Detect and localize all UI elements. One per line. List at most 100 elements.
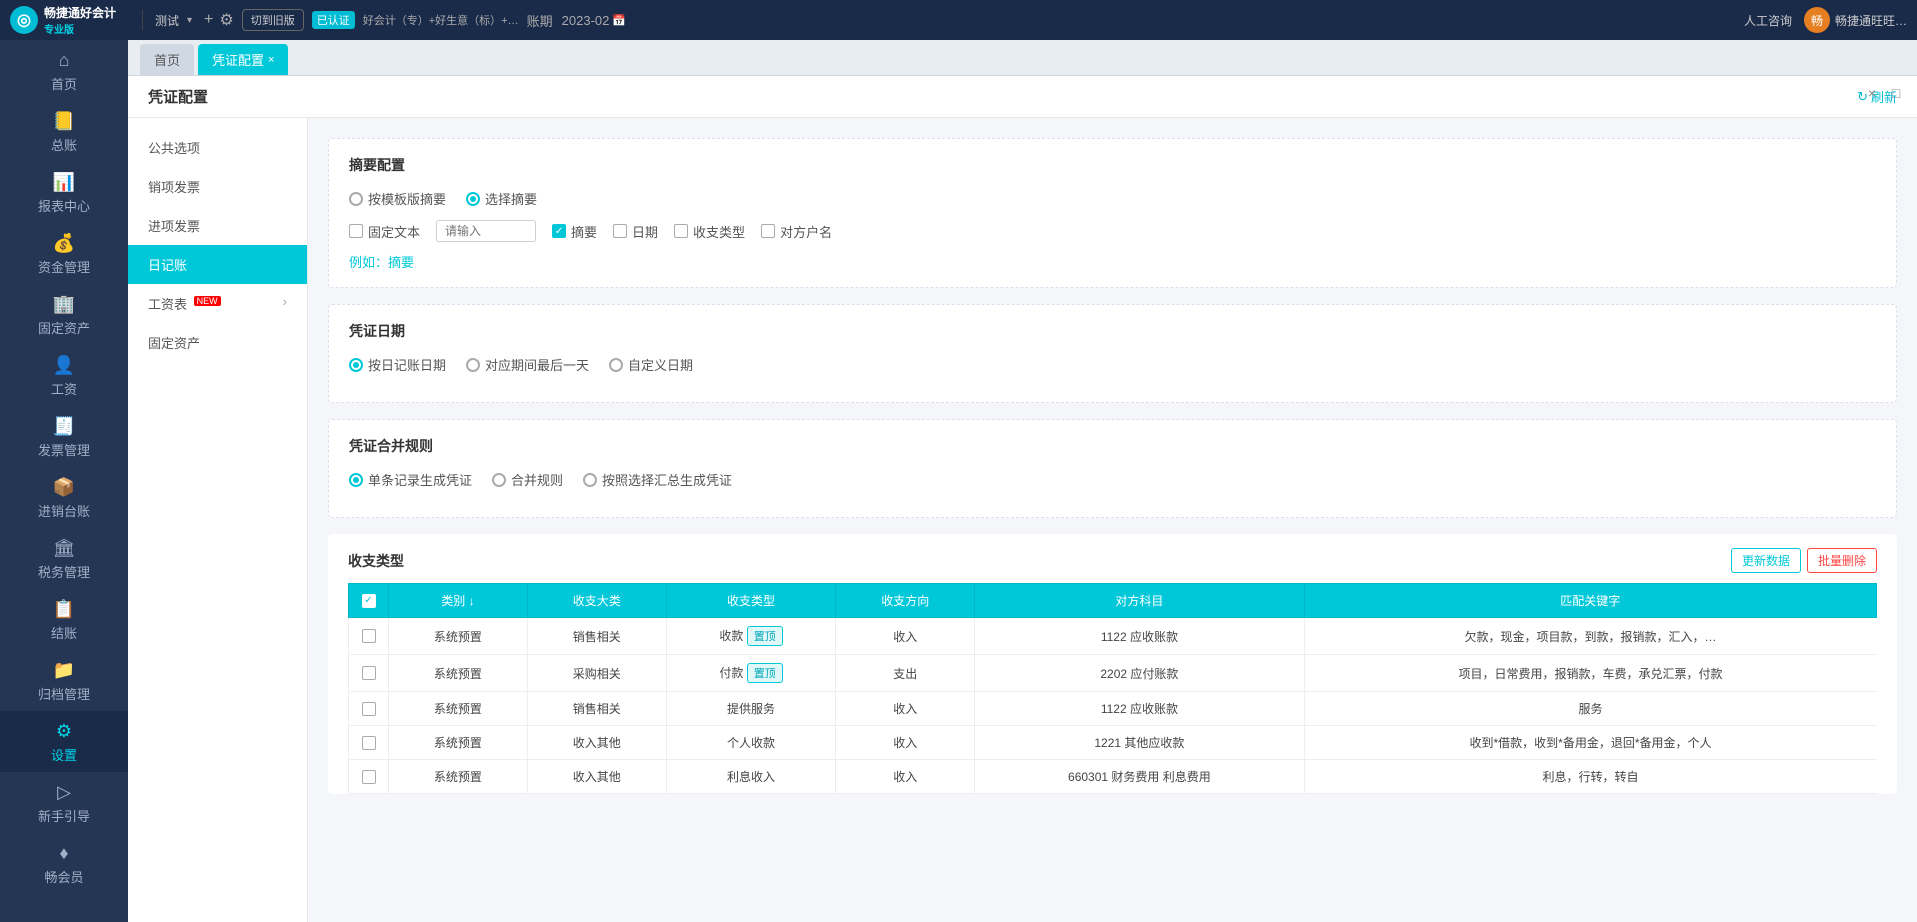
merge-radio-summary-gen[interactable]: 按照选择汇总生成凭证 xyxy=(583,470,732,489)
col-checkbox[interactable]: ✓ xyxy=(349,584,389,618)
checkbox-income-type[interactable]: 收支类型 xyxy=(674,222,745,241)
col-major: 收支大类 xyxy=(527,584,666,618)
chevron-right-icon: › xyxy=(283,294,287,309)
table-header: ✓ 类别 ↓ 收支大类 收支类型 收支方向 对方科目 匹配关键字 xyxy=(349,584,1877,618)
row2-checkbox[interactable] xyxy=(349,655,389,692)
counter-party-checkbox-label: 对方户名 xyxy=(780,222,832,241)
plus-icon[interactable]: + xyxy=(204,11,213,29)
tab-close-icon[interactable]: × xyxy=(268,54,274,66)
voucher-date-radio-period-last[interactable]: 对应期间最后一天 xyxy=(466,355,589,374)
config-nav-sales-invoice[interactable]: 销项发票 xyxy=(128,167,307,206)
update-data-btn[interactable]: 更新数据 xyxy=(1731,548,1801,573)
row-chk-2[interactable] xyxy=(362,666,376,680)
summary-radio-template-label: 按模板版摘要 xyxy=(368,189,446,208)
config-nav-salary-table[interactable]: 工资表 NEW › xyxy=(128,284,307,323)
col-direction: 收支方向 xyxy=(836,584,975,618)
win-close-btn[interactable]: × xyxy=(1863,84,1881,102)
row1-subject: 1122 应收账款 xyxy=(975,618,1304,655)
merge-radio-single[interactable]: 单条记录生成凭证 xyxy=(349,470,472,489)
sidebar-item-settings[interactable]: ⚙ 设置 xyxy=(0,711,128,772)
summary-radio-template[interactable]: 按模板版摘要 xyxy=(349,189,446,208)
calendar-icon[interactable]: 📅 xyxy=(612,14,626,27)
table-row: 系统预置 收入其他 利息收入 收入 660301 财务费用 利息费用 利息，行转… xyxy=(349,760,1877,794)
sidebar-item-home[interactable]: ⌂ 首页 xyxy=(0,40,128,101)
sidebar-item-invoice[interactable]: 🧾 发票管理 xyxy=(0,406,128,467)
sidebar-label-tax: 税务管理 xyxy=(38,562,90,581)
row2-category: 系统预置 xyxy=(389,655,528,692)
row3-checkbox[interactable] xyxy=(349,692,389,726)
merge-rule-label: 合并规则 xyxy=(511,470,563,489)
row-chk-3[interactable] xyxy=(362,702,376,716)
sidebar-item-member[interactable]: ♦ 畅会员 xyxy=(0,833,128,894)
archive-icon: 📁 xyxy=(53,660,75,681)
switch-version-btn[interactable]: 切到旧版 xyxy=(242,9,304,31)
sidebar-item-close[interactable]: 📋 结账 xyxy=(0,589,128,650)
row-chk-5[interactable] xyxy=(362,770,376,784)
settings-icon: ⚙ xyxy=(56,721,72,742)
journal-date-label: 按日记账日期 xyxy=(368,355,446,374)
table-row: 系统预置 采购相关 付款 置顶 支出 2202 应付账款 项目，日常费用，报销款… xyxy=(349,655,1877,692)
checkbox-fixed-text[interactable]: 固定文本 xyxy=(349,222,420,241)
header-checkbox[interactable]: ✓ xyxy=(362,594,376,608)
sidebar-item-purchase[interactable]: 📦 进销台账 xyxy=(0,467,128,528)
row2-tag[interactable]: 置顶 xyxy=(747,663,783,683)
home-icon: ⌂ xyxy=(59,50,70,71)
sidebar-item-archive[interactable]: 📁 归档管理 xyxy=(0,650,128,711)
config-nav-purchase-invoice[interactable]: 进项发票 xyxy=(128,206,307,245)
row-chk-4[interactable] xyxy=(362,736,376,750)
col-subject: 对方科目 xyxy=(975,584,1304,618)
row1-checkbox[interactable] xyxy=(349,618,389,655)
custom-date-label: 自定义日期 xyxy=(628,355,693,374)
sidebar-item-tax[interactable]: 🏛 税务管理 xyxy=(0,528,128,589)
table-actions: 更新数据 批量删除 xyxy=(1731,548,1877,573)
merge-radio-merge[interactable]: 合并规则 xyxy=(492,470,563,489)
config-nav-fixed-asset[interactable]: 固定资产 xyxy=(128,323,307,362)
checkbox-counter-party[interactable]: 对方户名 xyxy=(761,222,832,241)
row4-major: 收入其他 xyxy=(527,726,666,760)
sidebar-item-guide[interactable]: ▷ 新手引导 xyxy=(0,772,128,833)
row1-tag[interactable]: 置顶 xyxy=(747,626,783,646)
user-info[interactable]: 畅 畅捷通旺旺… xyxy=(1804,7,1907,33)
row2-keywords: 项目，日常费用，报销款，车费，承兑汇票，付款 xyxy=(1304,655,1876,692)
merge-rules-title: 凭证合并规则 xyxy=(349,436,1876,456)
tabbar: 首页 凭证配置 × xyxy=(128,40,1917,76)
row-chk-1[interactable] xyxy=(362,629,376,643)
company-dropdown-icon[interactable]: ▾ xyxy=(187,15,192,26)
sidebar-item-fund[interactable]: 💰 资金管理 xyxy=(0,223,128,284)
checkbox-summary[interactable]: ✓ 摘要 xyxy=(552,222,597,241)
support-link[interactable]: 人工咨询 xyxy=(1744,12,1792,29)
tab-home[interactable]: 首页 xyxy=(140,44,194,75)
date-checkbox-label: 日期 xyxy=(632,222,658,241)
row4-checkbox[interactable] xyxy=(349,726,389,760)
tab-voucher-config[interactable]: 凭证配置 × xyxy=(198,44,288,75)
config-nav-public[interactable]: 公共选项 xyxy=(128,128,307,167)
voucher-date-radio-custom[interactable]: 自定义日期 xyxy=(609,355,693,374)
sidebar-item-salary[interactable]: 👤 工资 xyxy=(0,345,128,406)
row4-category: 系统预置 xyxy=(389,726,528,760)
row5-checkbox[interactable] xyxy=(349,760,389,794)
win-restore-btn[interactable]: □ xyxy=(1887,84,1905,102)
sidebar-item-asset[interactable]: 🏢 固定资产 xyxy=(0,284,128,345)
config-nav-journal[interactable]: 日记账 xyxy=(128,245,307,284)
radio-dot-select xyxy=(466,192,480,206)
config-nav: 公共选项 销项发票 进项发票 日记账 工资表 NEW › 固定资产 xyxy=(128,118,308,922)
sidebar-label-asset: 固定资产 xyxy=(38,318,90,337)
fixed-text-input[interactable] xyxy=(436,220,536,242)
sidebar-label-close: 结账 xyxy=(51,623,77,642)
sidebar-item-report[interactable]: 📊 报表中心 xyxy=(0,162,128,223)
checkbox-date[interactable]: 日期 xyxy=(613,222,658,241)
sidebar-item-ledger[interactable]: 📒 总账 xyxy=(0,101,128,162)
batch-delete-btn[interactable]: 批量删除 xyxy=(1807,548,1877,573)
row4-subject: 1221 其他应收款 xyxy=(975,726,1304,760)
logo-icon: ◎ xyxy=(10,6,38,34)
sidebar-label-fund: 资金管理 xyxy=(38,257,90,276)
salary-icon: 👤 xyxy=(53,355,75,376)
summary-radio-select[interactable]: 选择摘要 xyxy=(466,189,537,208)
row3-keywords: 服务 xyxy=(1304,692,1876,726)
col-keywords: 匹配关键字 xyxy=(1304,584,1876,618)
voucher-date-radio-journal[interactable]: 按日记账日期 xyxy=(349,355,446,374)
income-type-checkbox-label: 收支类型 xyxy=(693,222,745,241)
gear-icon[interactable]: ⚙ xyxy=(219,10,233,30)
fixed-text-label: 固定文本 xyxy=(368,222,420,241)
income-expense-table: ✓ 类别 ↓ 收支大类 收支类型 收支方向 对方科目 匹配关键字 xyxy=(348,583,1877,794)
